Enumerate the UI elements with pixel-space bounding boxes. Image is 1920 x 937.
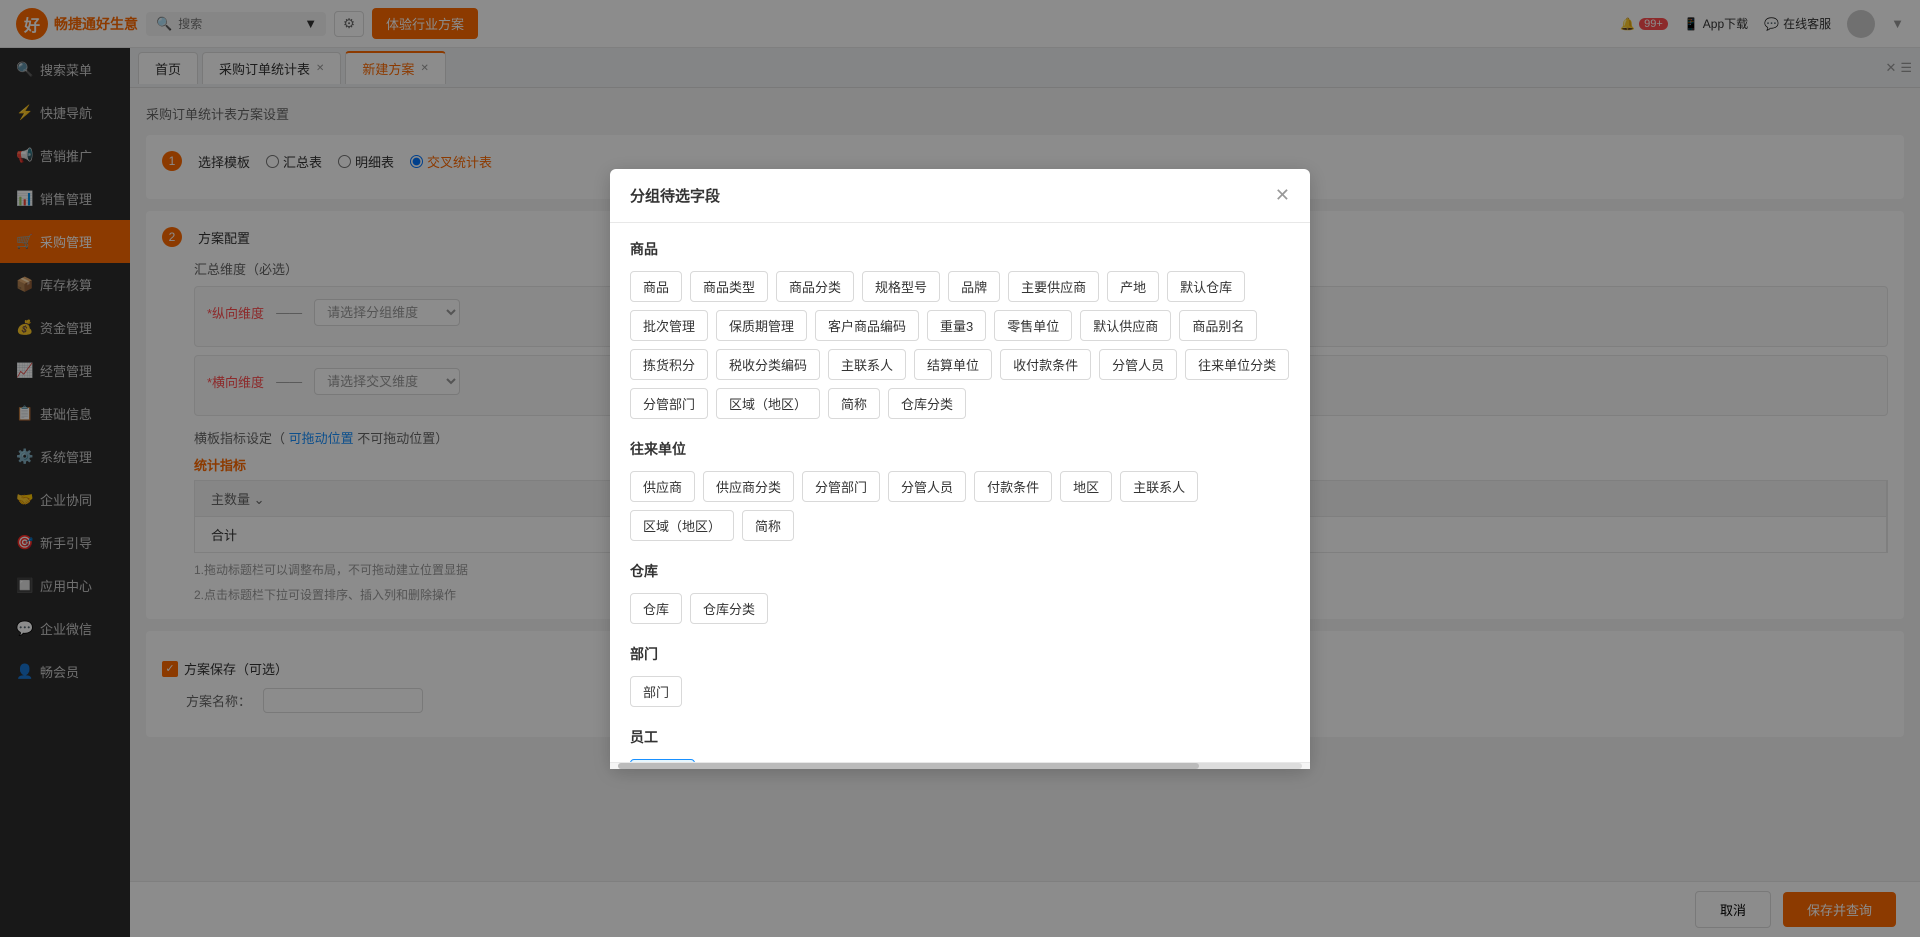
modal-header: 分组待选字段 ✕: [610, 169, 1310, 223]
modal-section-2: 仓库仓库仓库分类: [630, 561, 1290, 624]
section-title-2: 仓库: [630, 561, 1290, 581]
field-btn-0-25[interactable]: 仓库分类: [888, 388, 966, 419]
field-btn-0-24[interactable]: 简称: [828, 388, 880, 419]
modal-section-3: 部门部门: [630, 644, 1290, 707]
field-grid-2: 仓库仓库分类: [630, 593, 1290, 624]
horizontal-scrollbar[interactable]: [610, 762, 1310, 769]
field-btn-1-5[interactable]: 地区: [1060, 471, 1112, 502]
field-btn-0-12[interactable]: 零售单位: [994, 310, 1072, 341]
field-btn-0-22[interactable]: 分管部门: [630, 388, 708, 419]
scroll-thumb: [618, 763, 1199, 769]
modal-overlay: 分组待选字段 ✕ 商品商品商品类型商品分类规格型号品牌主要供应商产地默认仓库批次…: [0, 0, 1920, 937]
field-btn-0-7[interactable]: 默认仓库: [1167, 271, 1245, 302]
field-btn-0-4[interactable]: 品牌: [948, 271, 1000, 302]
field-btn-0-20[interactable]: 分管人员: [1099, 349, 1177, 380]
field-btn-0-9[interactable]: 保质期管理: [716, 310, 807, 341]
scroll-track: [618, 763, 1302, 769]
field-btn-0-5[interactable]: 主要供应商: [1008, 271, 1099, 302]
modal-section-4: 员工业务员: [630, 727, 1290, 762]
section-title-3: 部门: [630, 644, 1290, 664]
field-btn-3-0[interactable]: 部门: [630, 676, 682, 707]
modal-section-0: 商品商品商品类型商品分类规格型号品牌主要供应商产地默认仓库批次管理保质期管理客户…: [630, 239, 1290, 419]
field-btn-0-11[interactable]: 重量3: [927, 310, 986, 341]
field-btn-0-14[interactable]: 商品别名: [1179, 310, 1257, 341]
field-grid-3: 部门: [630, 676, 1290, 707]
field-btn-1-3[interactable]: 分管人员: [888, 471, 966, 502]
field-btn-0-16[interactable]: 税收分类编码: [716, 349, 820, 380]
field-btn-0-21[interactable]: 往来单位分类: [1185, 349, 1289, 380]
field-btn-1-0[interactable]: 供应商: [630, 471, 695, 502]
field-btn-1-1[interactable]: 供应商分类: [703, 471, 794, 502]
field-btn-0-23[interactable]: 区域（地区）: [716, 388, 820, 419]
field-btn-0-17[interactable]: 主联系人: [828, 349, 906, 380]
field-btn-1-4[interactable]: 付款条件: [974, 471, 1052, 502]
field-btn-1-6[interactable]: 主联系人: [1120, 471, 1198, 502]
field-btn-2-0[interactable]: 仓库: [630, 593, 682, 624]
modal-body: 商品商品商品类型商品分类规格型号品牌主要供应商产地默认仓库批次管理保质期管理客户…: [610, 223, 1310, 762]
field-btn-0-18[interactable]: 结算单位: [914, 349, 992, 380]
modal-title: 分组待选字段: [630, 185, 720, 206]
field-grid-1: 供应商供应商分类分管部门分管人员付款条件地区主联系人区域（地区） 简称: [630, 471, 1290, 541]
section-title-0: 商品: [630, 239, 1290, 259]
field-btn-0-3[interactable]: 规格型号: [862, 271, 940, 302]
section-title-4: 员工: [630, 727, 1290, 747]
field-btn-0-1[interactable]: 商品类型: [690, 271, 768, 302]
modal: 分组待选字段 ✕ 商品商品商品类型商品分类规格型号品牌主要供应商产地默认仓库批次…: [610, 169, 1310, 769]
field-btn-0-10[interactable]: 客户商品编码: [815, 310, 919, 341]
section-title-1: 往来单位: [630, 439, 1290, 459]
field-btn-0-2[interactable]: 商品分类: [776, 271, 854, 302]
field-btn-1-8[interactable]: 简称: [742, 510, 794, 541]
field-grid-0: 商品商品类型商品分类规格型号品牌主要供应商产地默认仓库批次管理保质期管理客户商品…: [630, 271, 1290, 419]
field-btn-2-1[interactable]: 仓库分类: [690, 593, 768, 624]
modal-close-button[interactable]: ✕: [1275, 185, 1290, 206]
field-btn-1-7[interactable]: 区域（地区）: [630, 510, 734, 541]
field-btn-1-2[interactable]: 分管部门: [802, 471, 880, 502]
field-btn-0-0[interactable]: 商品: [630, 271, 682, 302]
field-btn-0-19[interactable]: 收付款条件: [1000, 349, 1091, 380]
modal-section-1: 往来单位供应商供应商分类分管部门分管人员付款条件地区主联系人区域（地区） 简称: [630, 439, 1290, 541]
field-btn-0-15[interactable]: 拣货积分: [630, 349, 708, 380]
field-btn-0-8[interactable]: 批次管理: [630, 310, 708, 341]
field-btn-0-13[interactable]: 默认供应商: [1080, 310, 1171, 341]
field-btn-0-6[interactable]: 产地: [1107, 271, 1159, 302]
